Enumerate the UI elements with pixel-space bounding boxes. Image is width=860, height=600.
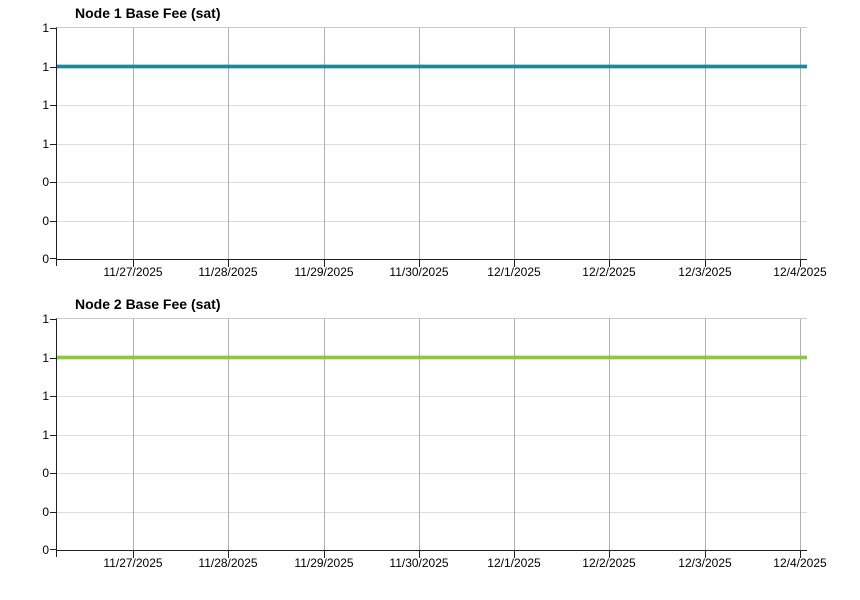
- y-gridline: [57, 473, 807, 474]
- x-tick-label: 11/27/2025: [103, 556, 163, 570]
- y-tick-mark: [50, 105, 56, 106]
- y-gridline: [57, 105, 807, 106]
- y-tick-label: 0: [42, 252, 49, 266]
- y-tick-label: 1: [42, 98, 49, 112]
- plot-area: 1 1 1 1 0 0 0 11/27/2025 11/28/2025 11/29/2025 11/…: [42, 312, 826, 570]
- x-tick-label: 12/1/2025: [487, 265, 541, 279]
- y-tick-label: 0: [42, 543, 49, 557]
- x-gridline: [324, 319, 325, 550]
- x-tick-label: 11/28/2025: [198, 556, 258, 570]
- x-gridline: [419, 28, 420, 259]
- y-tick-label: 0: [42, 175, 49, 189]
- x-tick-label: 12/2/2025: [582, 556, 636, 570]
- x-tick-label: 12/3/2025: [678, 265, 732, 279]
- y-tick-mark: [50, 512, 56, 513]
- y-tick-label: 1: [42, 137, 49, 151]
- y-tick-mark: [50, 258, 56, 259]
- x-tick-label: 12/4/2025: [773, 265, 827, 279]
- axis-extension: [56, 260, 57, 266]
- x-gridline: [609, 28, 610, 259]
- y-gridline: [57, 221, 807, 222]
- x-gridline: [133, 319, 134, 550]
- axis-extension: [56, 551, 57, 557]
- y-gridline: [57, 182, 807, 183]
- x-gridline: [705, 319, 706, 550]
- y-tick-label: 1: [42, 428, 49, 442]
- chart-node-2-base-fee: Node 2 Base Fee (sat) 1 1 1 1 0 0 0 11/27/2025 1…: [0, 291, 860, 582]
- y-tick-label: 1: [42, 60, 49, 74]
- series-line: [57, 65, 807, 68]
- x-gridline: [133, 28, 134, 259]
- x-gridline: [800, 28, 801, 259]
- y-tick-label: 0: [42, 505, 49, 519]
- y-gridline: [57, 435, 807, 436]
- y-tick-label: 1: [42, 351, 49, 365]
- y-tick-label: 1: [42, 389, 49, 403]
- y-tick-mark: [50, 549, 56, 550]
- x-gridline: [419, 319, 420, 550]
- x-tick-label: 11/28/2025: [198, 265, 258, 279]
- x-gridline: [324, 28, 325, 259]
- y-tick-mark: [50, 182, 56, 183]
- y-tick-mark: [50, 473, 56, 474]
- chart-node-1-base-fee: Node 1 Base Fee (sat) 1 1 1 1 0 0 0 11/27/2025 1…: [0, 0, 860, 291]
- x-tick-label: 12/1/2025: [487, 556, 541, 570]
- x-tick-label: 12/2/2025: [582, 265, 636, 279]
- y-tick-label: 0: [42, 466, 49, 480]
- x-gridline: [800, 319, 801, 550]
- dual-chart-canvas: Node 1 Base Fee (sat) 1 1 1 1 0 0 0 11/27/2025 1…: [0, 0, 860, 600]
- y-tick-mark: [50, 28, 56, 29]
- y-tick-label: 1: [42, 312, 49, 326]
- y-tick-mark: [50, 435, 56, 436]
- y-gridline: [57, 396, 807, 397]
- x-gridline: [705, 28, 706, 259]
- chart-title: Node 1 Base Fee (sat): [75, 5, 221, 21]
- x-tick-label: 12/3/2025: [678, 556, 732, 570]
- y-gridline: [57, 144, 807, 145]
- y-tick-mark: [50, 144, 56, 145]
- y-tick-label: 0: [42, 214, 49, 228]
- x-tick-label: 11/29/2025: [294, 265, 354, 279]
- x-gridline: [228, 28, 229, 259]
- x-tick-label: 11/30/2025: [389, 556, 449, 570]
- x-gridline: [514, 28, 515, 259]
- y-tick-mark: [50, 67, 56, 68]
- y-tick-mark: [50, 358, 56, 359]
- y-tick-mark: [50, 221, 56, 222]
- x-gridline: [514, 319, 515, 550]
- x-tick-label: 11/29/2025: [294, 556, 354, 570]
- y-tick-mark: [50, 319, 56, 320]
- x-gridline: [609, 319, 610, 550]
- chart-title: Node 2 Base Fee (sat): [75, 296, 221, 312]
- y-gridline: [57, 512, 807, 513]
- x-tick-label: 11/30/2025: [389, 265, 449, 279]
- y-tick-label: 1: [42, 21, 49, 35]
- x-tick-label: 12/4/2025: [773, 556, 827, 570]
- x-gridline: [228, 319, 229, 550]
- plot-area: 1 1 1 1 0 0 0 11/27/2025 11/28/2025 11/29/2025 11/…: [42, 21, 826, 279]
- x-tick-label: 11/27/2025: [103, 265, 163, 279]
- y-tick-mark: [50, 396, 56, 397]
- series-line: [57, 356, 807, 359]
